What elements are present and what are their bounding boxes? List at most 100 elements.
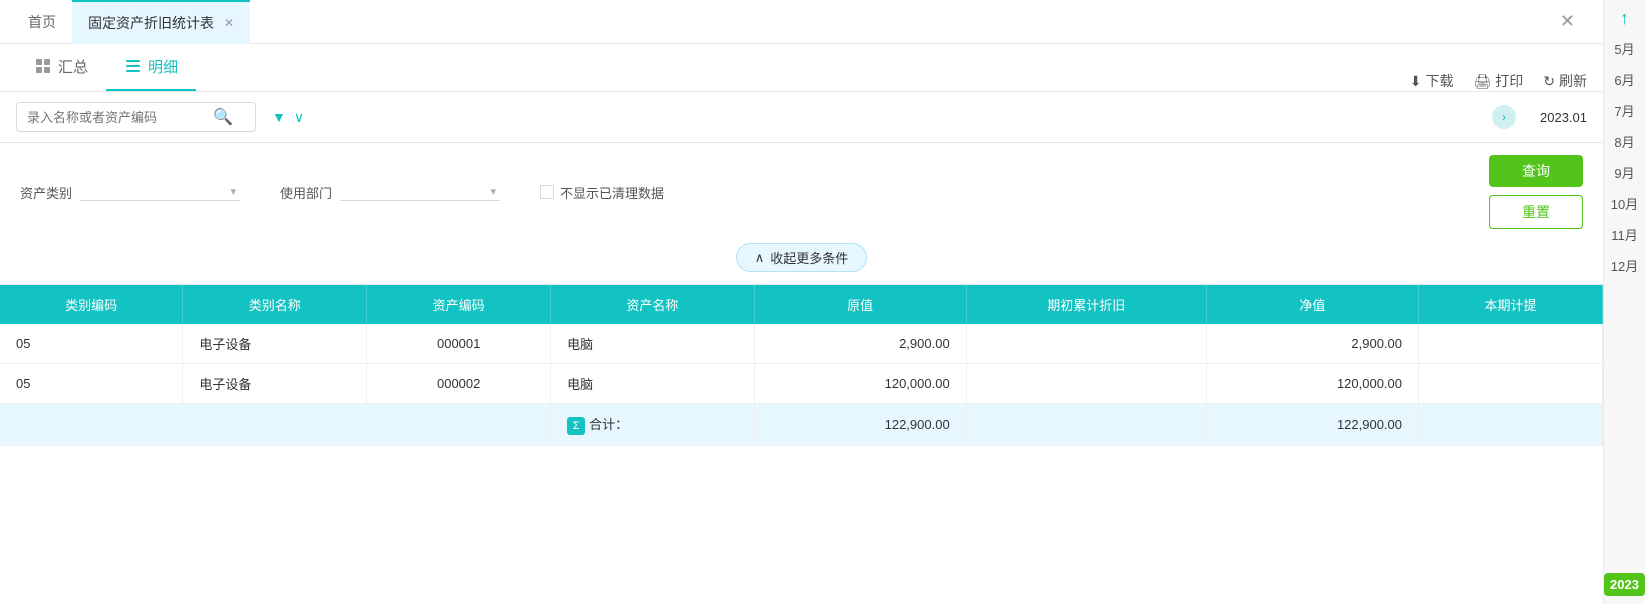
total-label: Σ合计： (551, 404, 754, 446)
filter-buttons: 查询 重置 (1489, 155, 1583, 229)
use-dept-label: 使用部门 (280, 183, 332, 202)
filter-icon: ▼ (272, 109, 286, 125)
refresh-label: 刷新 (1559, 71, 1587, 91)
sidebar-month-item[interactable]: 7月 (1611, 95, 1638, 126)
table-wrap: 类别编码 类别名称 资产编码 资产名称 原值 期初累计折旧 净值 本期计提 05… (0, 285, 1603, 604)
date-label: 2023.01 (1540, 110, 1587, 125)
total-label-cell (0, 404, 551, 446)
cell-original: 120,000.00 (754, 364, 966, 404)
summary-icon (34, 57, 52, 75)
asset-type-label: 资产类别 (20, 183, 72, 202)
print-label: 打印 (1495, 71, 1523, 91)
sidebar-month-item[interactable]: 11月 (1611, 219, 1638, 250)
top-nav: 首页 固定资产折旧统计表 ✕ ✕ (0, 0, 1603, 44)
toolbar-right: ⬇ 下载 🖨 打印 ↻ 刷新 (1410, 71, 1587, 91)
home-tab[interactable]: 首页 (12, 0, 72, 44)
cell-accumulated (966, 324, 1206, 364)
asset-type-arrow-icon: ▾ (230, 185, 236, 198)
sidebar-month-item[interactable]: 10月 (1611, 188, 1638, 219)
chevron-down-icon: ∨ (294, 109, 304, 126)
cell-current (1419, 324, 1603, 364)
cell-net-value: 2,900.00 (1206, 324, 1418, 364)
download-icon: ⬇ (1410, 73, 1422, 90)
detail-icon (124, 57, 142, 75)
cell-asset-code: 000001 (367, 324, 551, 364)
cell-asset-name: 电脑 (551, 364, 754, 404)
more-conditions-button[interactable]: ▼ ∨ (272, 109, 304, 126)
table-row: 05 电子设备 000001 电脑 2,900.00 2,900.00 (0, 324, 1603, 364)
cell-net-value: 120,000.00 (1206, 364, 1418, 404)
cell-category-code: 05 (0, 364, 183, 404)
date-nav-button[interactable]: › (1492, 105, 1516, 129)
reset-button[interactable]: 重置 (1489, 195, 1583, 229)
download-button[interactable]: ⬇ 下载 (1410, 71, 1454, 91)
tab-detail-label: 明细 (148, 56, 178, 77)
col-header-current: 本期计提 (1419, 285, 1603, 324)
col-header-asset-code: 资产编码 (367, 285, 551, 324)
hide-cleared-label: 不显示已清理数据 (560, 183, 664, 202)
checkbox-box-icon (540, 185, 554, 199)
tab-summary[interactable]: 汇总 (16, 43, 106, 91)
main-tab[interactable]: 固定资产折旧统计表 ✕ (72, 0, 250, 44)
window-close-button[interactable]: ✕ (1544, 11, 1591, 32)
cell-category-name: 电子设备 (183, 364, 367, 404)
sub-tabs-bar: 汇总 明细 ⬇ 下载 🖨 打印 ↻ 刷新 (0, 44, 1603, 92)
col-header-net-value: 净值 (1206, 285, 1418, 324)
tab-label: 固定资产折旧统计表 (88, 13, 214, 33)
sidebar-month-item[interactable]: 5月 (1611, 33, 1638, 64)
sidebar-scroll-up-button[interactable]: ↑ (1620, 4, 1629, 33)
total-current (1419, 404, 1603, 446)
cell-accumulated (966, 364, 1206, 404)
asset-type-filter: 资产类别 ▾ (20, 183, 240, 202)
filter-area: 资产类别 ▾ 使用部门 ▾ 不显示已清理数据 查询 重置 (0, 143, 1603, 285)
print-icon: 🖨 (1473, 73, 1491, 90)
sidebar-month-item[interactable]: 9月 (1611, 157, 1638, 188)
collapse-button[interactable]: ∧ 收起更多条件 (736, 243, 868, 272)
tab-summary-label: 汇总 (58, 56, 88, 77)
collapse-label: 收起更多条件 (770, 248, 848, 267)
refresh-icon: ↻ (1543, 73, 1555, 90)
col-header-category-code: 类别编码 (0, 285, 183, 324)
cell-asset-name: 电脑 (551, 324, 754, 364)
search-input-wrap[interactable]: 🔍 (16, 102, 256, 132)
download-label: 下载 (1425, 71, 1453, 91)
collapse-row: ∧ 收起更多条件 (20, 237, 1583, 276)
tab-close-icon[interactable]: ✕ (224, 16, 234, 30)
cell-asset-code: 000002 (367, 364, 551, 404)
hide-cleared-checkbox[interactable]: 不显示已清理数据 (540, 183, 664, 202)
data-table: 类别编码 类别名称 资产编码 资产名称 原值 期初累计折旧 净值 本期计提 05… (0, 285, 1603, 446)
total-original: 122,900.00 (754, 404, 966, 446)
cell-current (1419, 364, 1603, 404)
filter-row: 资产类别 ▾ 使用部门 ▾ 不显示已清理数据 查询 重置 (20, 155, 1583, 229)
col-header-category-name: 类别名称 (183, 285, 367, 324)
cell-category-code: 05 (0, 324, 183, 364)
use-dept-filter: 使用部门 ▾ (280, 183, 500, 202)
use-dept-select[interactable]: ▾ (340, 183, 500, 201)
print-button[interactable]: 🖨 打印 (1473, 71, 1523, 91)
cell-category-name: 电子设备 (183, 324, 367, 364)
search-bar: 🔍 ▼ ∨ › 2023.01 (0, 92, 1603, 143)
search-input[interactable] (27, 110, 207, 125)
table-total-row: Σ合计： 122,900.00 122,900.00 (0, 404, 1603, 446)
collapse-up-icon: ∧ (755, 250, 765, 266)
col-header-original: 原值 (754, 285, 966, 324)
query-button[interactable]: 查询 (1489, 155, 1583, 187)
total-icon: Σ (567, 417, 585, 435)
sidebar-month-item[interactable]: 12月 (1611, 250, 1638, 281)
asset-type-select[interactable]: ▾ (80, 183, 240, 201)
col-header-asset-name: 资产名称 (551, 285, 754, 324)
year-badge[interactable]: 2023 (1604, 573, 1645, 596)
table-header-row: 类别编码 类别名称 资产编码 资产名称 原值 期初累计折旧 净值 本期计提 (0, 285, 1603, 324)
col-header-accumulated: 期初累计折旧 (966, 285, 1206, 324)
total-net-value: 122,900.00 (1206, 404, 1418, 446)
tab-detail[interactable]: 明细 (106, 43, 196, 91)
sidebar-month-item[interactable]: 8月 (1611, 126, 1638, 157)
month-list: 5月6月7月8月9月10月11月12月 (1611, 33, 1638, 281)
table-row: 05 电子设备 000002 电脑 120,000.00 120,000.00 (0, 364, 1603, 404)
total-accumulated (966, 404, 1206, 446)
cell-original: 2,900.00 (754, 324, 966, 364)
sidebar-month-item[interactable]: 6月 (1611, 64, 1638, 95)
use-dept-arrow-icon: ▾ (491, 185, 497, 198)
search-icon[interactable]: 🔍 (213, 107, 233, 127)
refresh-button[interactable]: ↻ 刷新 (1543, 71, 1587, 91)
